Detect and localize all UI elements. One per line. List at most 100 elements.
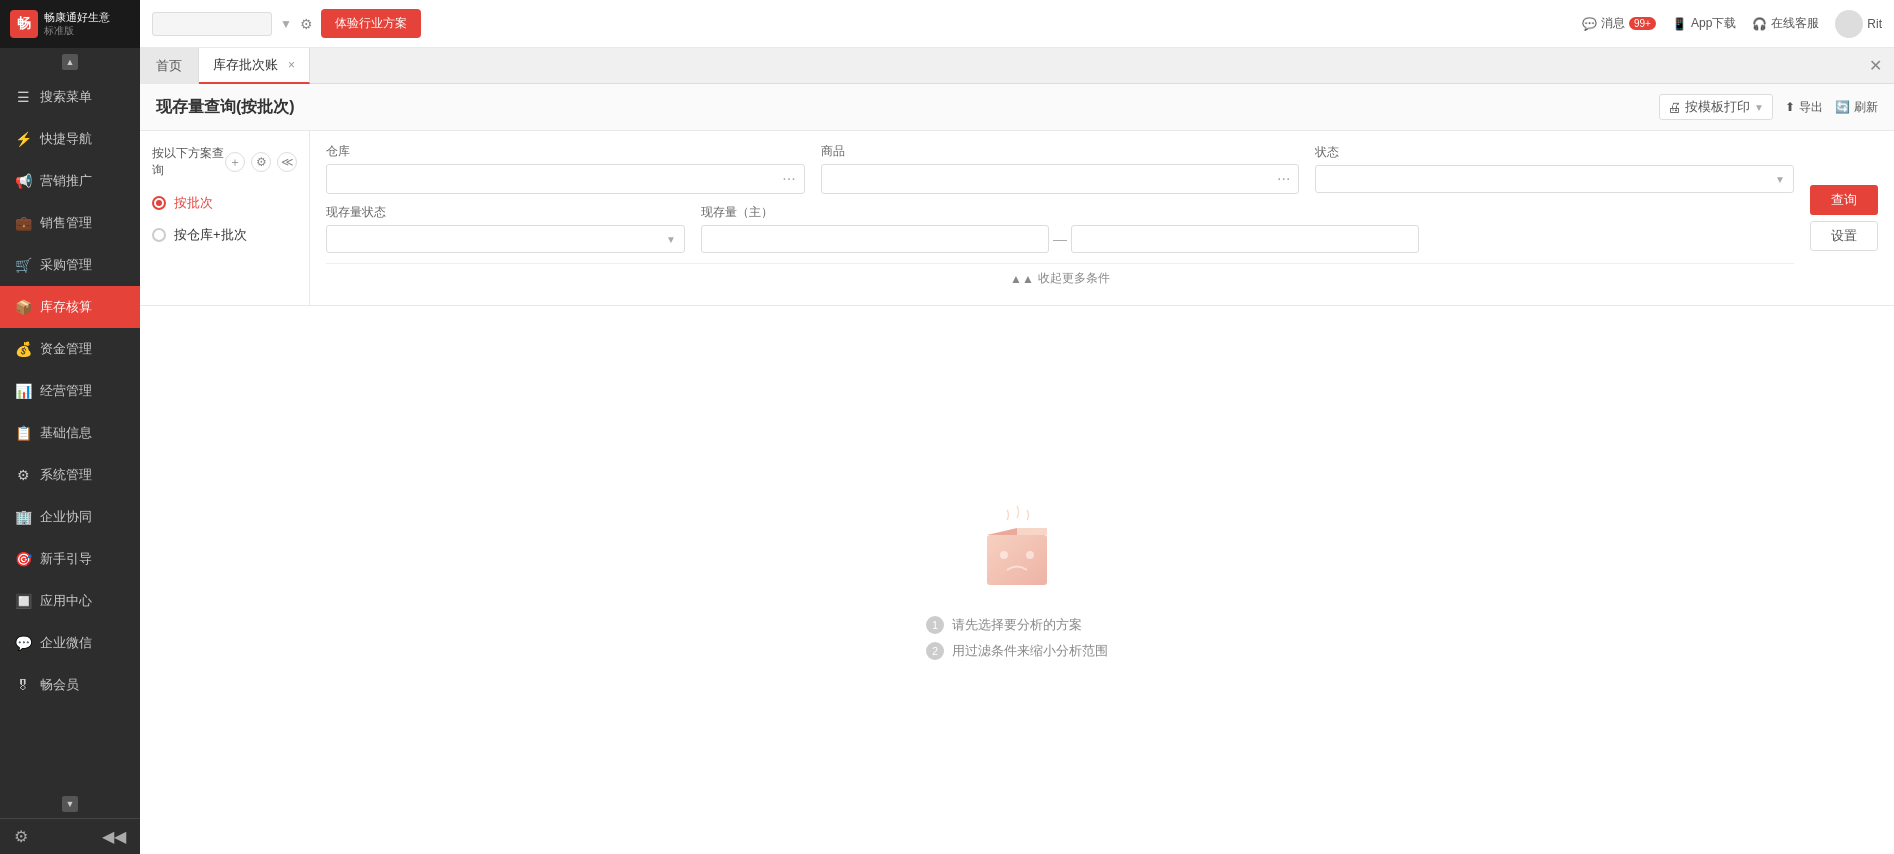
sidebar-item-sales[interactable]: 💼 销售管理 [0,202,140,244]
scheme-label-warehouse-batch: 按仓库+批次 [174,226,247,244]
settings-icon[interactable]: ⚙ [14,827,28,846]
system-icon: ⚙ [14,466,32,484]
sidebar-header: 畅 畅康通好生意 标准版 [0,0,140,48]
sidebar-item-enterprise-label: 企业协同 [40,508,92,526]
sidebar-item-finance[interactable]: 💰 资金管理 [0,328,140,370]
sidebar-item-search[interactable]: ☰ 搜索菜单 [0,76,140,118]
sidebar-item-member-label: 畅会员 [40,676,79,694]
product-label: 商品 [821,143,1300,160]
sidebar-item-guide[interactable]: 🎯 新手引导 [0,538,140,580]
app-center-icon: 🔲 [14,592,32,610]
filter-sidebar: 按以下方案查询 ＋ ⚙ ≪ 按批次 按仓库+批次 [140,131,310,305]
print-label: 按模板打印 [1685,98,1750,116]
sidebar-item-operation[interactable]: 📊 经营管理 [0,370,140,412]
filter-sidebar-header: 按以下方案查询 ＋ ⚙ ≪ [140,141,309,187]
sidebar-scroll-up[interactable]: ▲ [62,54,78,70]
refresh-icon: 🔄 [1835,100,1850,114]
product-more-icon[interactable]: ··· [1277,170,1290,188]
tab-inventory-batch-label: 库存批次账 [213,56,278,74]
inventory-icon: 📦 [14,298,32,316]
warehouse-field: 仓库 ··· [326,143,805,194]
status-label: 状态 [1315,144,1794,161]
stock-qty-label: 现存量（主） [701,204,1049,221]
sidebar-nav: ☰ 搜索菜单 ⚡ 快捷导航 📢 营销推广 💼 销售管理 🛒 采购管理 📦 库存核… [0,76,140,790]
sidebar-item-marketing[interactable]: 📢 营销推广 [0,160,140,202]
page-actions: 🖨 按模板打印 ▼ ⬆ 导出 🔄 刷新 [1659,94,1878,120]
status-input[interactable]: ▼ [1315,165,1794,193]
topbar: ▼ ⚙ 体验行业方案 💬 消息 99+ 📱 App下载 🎧 在线客服 Rit [140,0,1894,48]
warehouse-input[interactable]: ··· [326,164,805,194]
tip-num-1: 1 [926,616,944,634]
stock-qty-to-input[interactable] [1071,225,1419,253]
enterprise-icon: 🏢 [14,508,32,526]
sidebar-item-app-center[interactable]: 🔲 应用中心 [0,580,140,622]
query-button[interactable]: 查询 [1810,185,1878,215]
sidebar-item-finance-label: 资金管理 [40,340,92,358]
sidebar-item-search-label: 搜索菜单 [40,88,92,106]
tip-text-1: 请先选择要分析的方案 [952,616,1082,634]
quick-nav-icon: ⚡ [14,130,32,148]
sidebar-item-enterprise[interactable]: 🏢 企业协同 [0,496,140,538]
sidebar-item-system-label: 系统管理 [40,466,92,484]
tab-inventory-batch[interactable]: 库存批次账 × [199,48,310,84]
sidebar-item-basic[interactable]: 📋 基础信息 [0,412,140,454]
sidebar-item-quick-nav-label: 快捷导航 [40,130,92,148]
breadcrumb-input[interactable] [152,12,272,36]
sidebar-item-sales-label: 销售管理 [40,214,92,232]
settings-gear-icon[interactable]: ⚙ [300,16,313,32]
messages-item[interactable]: 💬 消息 99+ [1582,15,1656,32]
collapse-up-icon: ▲▲ [1010,272,1034,286]
tabs-close-all-button[interactable]: ✕ [1857,48,1894,84]
sidebar-footer: ⚙ ◀◀ [0,818,140,854]
filter-area: 按以下方案查询 ＋ ⚙ ≪ 按批次 按仓库+批次 [140,131,1894,306]
filter-sidebar-icons: ＋ ⚙ ≪ [225,152,297,172]
collapse-scheme-icon[interactable]: ≪ [277,152,297,172]
sidebar-item-wechat[interactable]: 💬 企业微信 [0,622,140,664]
user-item[interactable]: Rit [1835,10,1882,38]
tab-close-icon[interactable]: × [288,58,295,72]
set-button[interactable]: 设置 [1810,221,1878,251]
online-service-item[interactable]: 🎧 在线客服 [1752,15,1819,32]
add-scheme-icon[interactable]: ＋ [225,152,245,172]
empty-tips: 1 请先选择要分析的方案 2 用过滤条件来缩小分析范围 [926,616,1108,660]
filter-main-wrapper: 仓库 ··· 商品 ··· [310,131,1810,305]
app-download-item[interactable]: 📱 App下载 [1672,15,1736,32]
status-chevron-icon: ▼ [1775,174,1785,185]
breadcrumb-chevron-icon: ▼ [280,17,292,31]
page-header: 现存量查询(按批次) 🖨 按模板打印 ▼ ⬆ 导出 🔄 刷新 [140,84,1894,131]
product-field: 商品 ··· [821,143,1300,194]
collapse-sidebar-icon[interactable]: ◀◀ [102,827,126,846]
collapse-filters-button[interactable]: ▲▲ 收起更多条件 [326,263,1794,293]
scheme-item-batch[interactable]: 按批次 [140,187,309,219]
sidebar-item-system[interactable]: ⚙ 系统管理 [0,454,140,496]
sidebar-item-inventory[interactable]: 📦 库存核算 [0,286,140,328]
warehouse-more-icon[interactable]: ··· [782,170,795,188]
sidebar-item-member[interactable]: 🎖 畅会员 [0,664,140,706]
svg-point-4 [1026,551,1034,559]
stock-qty-field: 现存量（主） [701,204,1049,253]
tab-home[interactable]: 首页 [140,48,199,84]
warehouse-label: 仓库 [326,143,805,160]
experience-industry-button[interactable]: 体验行业方案 [321,9,421,38]
stock-qty-from-input[interactable] [701,225,1049,253]
stock-status-input[interactable]: ▼ [326,225,685,253]
sidebar-item-purchase[interactable]: 🛒 采购管理 [0,244,140,286]
refresh-label: 刷新 [1854,99,1878,116]
svg-marker-1 [987,528,1017,535]
app-company: 畅康通好生意 [44,10,110,24]
product-input[interactable]: ··· [821,164,1300,194]
sidebar-item-marketing-label: 营销推广 [40,172,92,190]
operation-icon: 📊 [14,382,32,400]
print-template-button[interactable]: 🖨 按模板打印 ▼ [1659,94,1773,120]
filter-row-2: 现存量状态 ▼ 现存量（主） [326,204,1794,253]
tab-home-label: 首页 [156,57,182,75]
scheme-item-warehouse-batch[interactable]: 按仓库+批次 [140,219,309,251]
sidebar-scroll-down[interactable]: ▼ [62,796,78,812]
settings-scheme-icon[interactable]: ⚙ [251,152,271,172]
sidebar-item-quick-nav[interactable]: ⚡ 快捷导航 [0,118,140,160]
export-button[interactable]: ⬆ 导出 [1785,99,1823,116]
page-title: 现存量查询(按批次) [156,97,295,118]
stock-status-label: 现存量状态 [326,204,685,221]
refresh-button[interactable]: 🔄 刷新 [1835,99,1878,116]
sales-icon: 💼 [14,214,32,232]
